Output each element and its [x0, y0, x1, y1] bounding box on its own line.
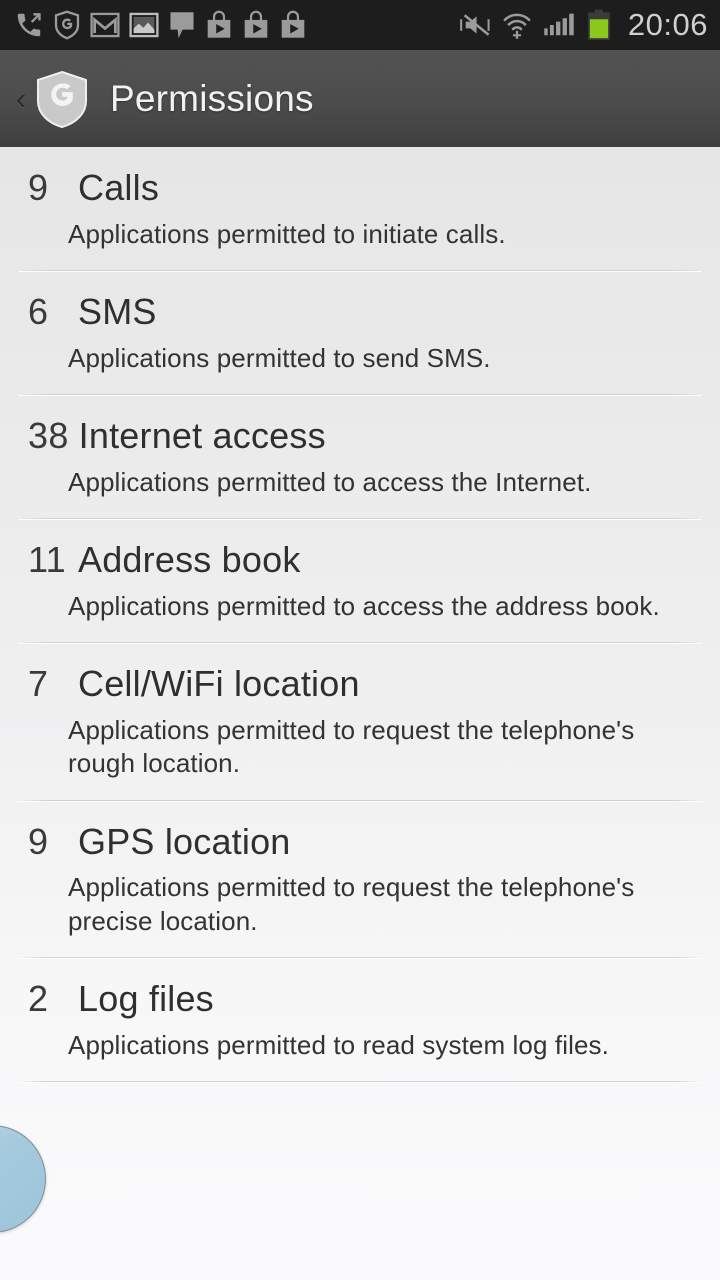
permission-description: Applications permitted to access the Int…: [68, 466, 592, 497]
permission-count: 11: [28, 539, 66, 581]
permission-row[interactable]: 2 Log files Applications permitted to read…: [0, 958, 720, 1082]
permission-row-header: 9 GPS location: [0, 820, 698, 862]
status-bar-clock: 20:06: [627, 7, 708, 42]
gmail-icon: [90, 12, 120, 38]
permission-description: Applications permitted to request the te…: [68, 872, 635, 936]
permission-row-header: 2 Log files: [0, 980, 698, 1018]
permissions-list[interactable]: 9 Calls Applications permitted to initiate…: [0, 147, 720, 1280]
cellular-signal-icon: [544, 13, 574, 36]
back-button[interactable]: ‹: [10, 83, 32, 114]
chat-bubble-icon: [170, 12, 194, 39]
permission-row[interactable]: 38 Internet access Applications permitted …: [0, 395, 720, 520]
permission-row[interactable]: 11 Address book Applications permitted to …: [0, 519, 720, 644]
permission-row-header: 11 Address book: [0, 541, 698, 579]
status-bar-system-icons: 20:06: [460, 7, 708, 43]
security-shield-icon: [54, 10, 80, 40]
call-forwarded-icon: [17, 13, 41, 37]
page-title: Permissions: [110, 77, 314, 119]
vibrate-mute-icon: [460, 14, 490, 36]
play-store-icon: [207, 10, 231, 38]
gdata-shield-logo[interactable]: [34, 69, 90, 129]
permission-count: 2: [28, 977, 49, 1019]
permission-row-header: 38 Internet access: [0, 417, 698, 455]
permission-count: 6: [28, 291, 49, 333]
permission-row-header: 7 Cell/WiFi location: [0, 665, 698, 703]
status-bar: 20:06: [0, 0, 720, 50]
status-bar-notification-icons: [14, 10, 460, 40]
permission-count: 7: [28, 663, 49, 705]
permission-row-header: 6 SMS: [0, 293, 698, 331]
play-store-icon: [281, 10, 305, 38]
permission-description: Applications permitted to initiate calls…: [68, 218, 506, 249]
permission-title: Cell/WiFi location: [78, 663, 360, 705]
permission-title: SMS: [78, 291, 157, 333]
play-store-icon: [244, 10, 268, 38]
permission-title: GPS location: [78, 820, 291, 862]
permission-description: Applications permitted to read system lo…: [68, 1029, 609, 1060]
permission-count: 9: [28, 820, 49, 862]
permission-count: 9: [28, 167, 49, 208]
permission-row[interactable]: 9 Calls Applications permitted to initiate…: [0, 147, 720, 272]
permission-description: Applications permitted to request the te…: [68, 715, 635, 779]
permission-row[interactable]: 6 SMS Applications permitted to send SMS.: [0, 271, 720, 396]
permission-title: Address book: [78, 539, 301, 581]
permission-title: Log files: [78, 977, 214, 1019]
permission-description: Applications permitted to send SMS.: [68, 342, 491, 373]
permission-description: Applications permitted to access the add…: [68, 590, 660, 621]
action-bar: ‹ Permissions: [0, 50, 720, 147]
permission-count: 38: [28, 415, 69, 457]
permission-row[interactable]: 9 GPS location Applications permitted to r…: [0, 801, 720, 958]
permission-title: Internet access: [78, 415, 326, 457]
permission-row[interactable]: 7 Cell/WiFi location Applications permitte…: [0, 643, 720, 801]
phone-screen: 20:06 ‹ Permissions 9 Calls Applications p…: [0, 0, 720, 1280]
permission-title: Calls: [78, 167, 160, 208]
permission-row-header: 9 Calls: [0, 169, 698, 207]
photo-icon: [129, 12, 159, 38]
wifi-icon: [503, 13, 531, 39]
battery-icon: [588, 9, 610, 40]
row-divider: [18, 1080, 702, 1082]
